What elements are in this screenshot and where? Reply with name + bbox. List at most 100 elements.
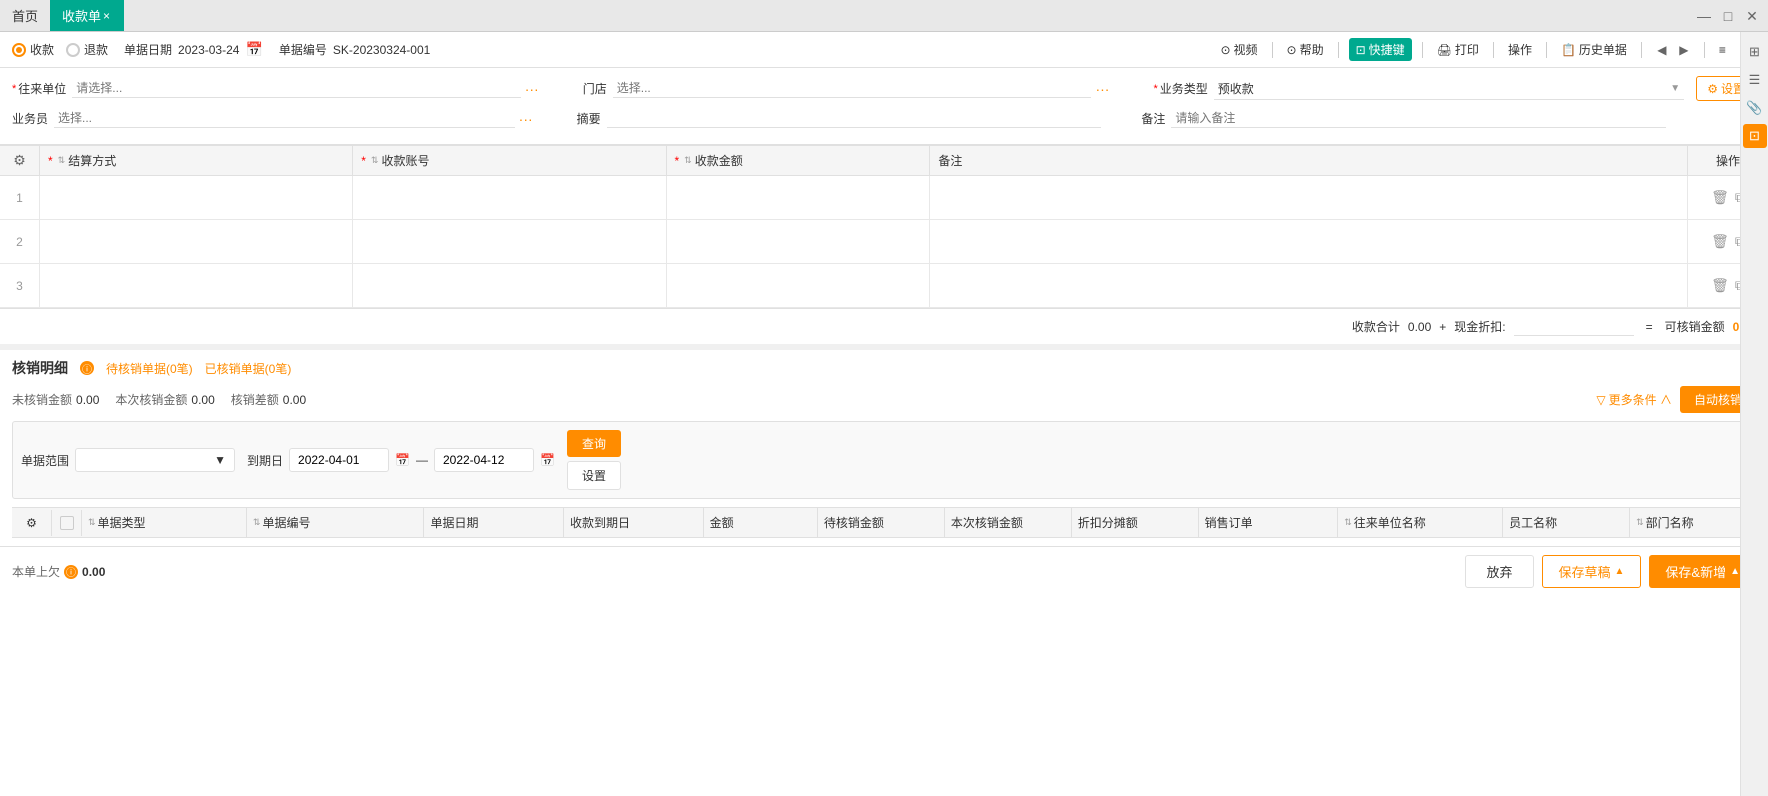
date-range-filter: 到期日 📅 — 📅 — [247, 448, 555, 472]
table-section: ⚙ ⇅ 结算方式 ⇅ 收款账号 ⇅ 收款金额 备注 操作 1 — [0, 145, 1768, 308]
sidebar-expand-icon[interactable]: ⊡ — [1743, 124, 1767, 148]
bottom-info-icon[interactable]: ⓘ — [64, 565, 78, 579]
header-checkbox[interactable] — [60, 516, 74, 530]
table-row: 2 🗑 ⧉ — [0, 220, 1768, 264]
writeoff-title: 核销明细 — [12, 358, 68, 378]
print-btn[interactable]: 🖨 打印 — [1433, 39, 1483, 60]
td-account-1[interactable] — [353, 176, 666, 219]
calendar-from-icon[interactable]: 📅 — [395, 453, 410, 467]
bottom-table-header: ⚙ ⇅ 单据类型 ⇅ 单据编号 单据日期 收款到期日 金额 — [12, 507, 1756, 538]
store-label: 门店 — [583, 80, 607, 97]
date-to-input[interactable] — [434, 448, 534, 472]
writeoff-stats: 未核销金额 0.00 本次核销金额 0.00 核销差额 0.00 ▽ 更多条件 … — [12, 386, 1756, 413]
delete-icon-2[interactable]: 🗑 — [1711, 233, 1729, 250]
store-more-btn[interactable]: ··· — [1091, 81, 1113, 97]
bth-unit-label: 往来单位名称 — [1354, 514, 1426, 531]
tab-home[interactable]: 首页 — [0, 0, 50, 31]
business-type-select[interactable]: 预收款 ▼ — [1214, 78, 1684, 100]
tab-receipt[interactable]: 收款单 × — [50, 0, 124, 31]
th-account: ⇅ 收款账号 — [353, 146, 666, 175]
total-value: 0.00 — [1408, 320, 1431, 334]
abandon-btn[interactable]: 放弃 — [1465, 555, 1533, 588]
minimize-button[interactable]: — — [1696, 8, 1712, 24]
pending-tab-link[interactable]: 待核销单据(0笔) — [106, 360, 193, 377]
table-row: 3 🗑 ⧉ — [0, 264, 1768, 308]
list-view-btn[interactable]: ≡ — [1715, 41, 1730, 59]
bth-settings[interactable]: ⚙ — [12, 510, 52, 536]
store-input[interactable] — [613, 79, 1092, 98]
bth-current: 本次核销金额 — [945, 508, 1072, 537]
diff-label: 核销差额 — [231, 391, 279, 408]
th-account-label: 收款账号 — [381, 152, 429, 169]
equal-sign: = — [1642, 320, 1657, 334]
range-select[interactable]: ▼ — [75, 448, 235, 472]
save-draft-btn[interactable]: 保存草稿 ▲ — [1542, 555, 1642, 588]
tab-close-button[interactable]: × — [101, 9, 112, 23]
nav-right-btn[interactable]: ▶ — [1674, 40, 1694, 60]
td-remark-1[interactable] — [930, 176, 1688, 219]
td-remark-2[interactable] — [930, 220, 1688, 263]
date-from-input[interactable] — [289, 448, 389, 472]
delete-icon-1[interactable]: 🗑 — [1711, 189, 1729, 206]
operation-btn[interactable]: 操作 — [1504, 39, 1536, 60]
draft-chevron-icon: ▲ — [1615, 566, 1625, 577]
radio-refund-label: 退款 — [84, 41, 108, 58]
form-section: * 往来单位 ··· 门店 ··· * 业务类型 预收款 ▼ — [0, 68, 1768, 145]
sidebar-attach-icon[interactable]: 📎 — [1743, 96, 1767, 120]
maximize-button[interactable]: □ — [1720, 8, 1736, 24]
th-settings[interactable]: ⚙ — [0, 146, 40, 175]
note-field: 备注 — [1141, 109, 1666, 128]
staff-input[interactable] — [54, 109, 515, 128]
td-account-2[interactable] — [353, 220, 666, 263]
writeoff-info-icon[interactable]: ⓘ — [80, 361, 94, 375]
nav-left-btn[interactable]: ◀ — [1652, 40, 1672, 60]
radio-receipt[interactable]: 收款 — [12, 41, 54, 58]
print-label: 打印 — [1455, 41, 1479, 58]
note-input[interactable] — [1171, 109, 1666, 128]
summary-input[interactable] — [607, 109, 1102, 128]
history-btn[interactable]: 📋 历史单据 — [1557, 39, 1631, 60]
bth-pending: 待核销金额 — [818, 508, 945, 537]
done-tab-link[interactable]: 已核销单据(0笔) — [205, 360, 292, 377]
shortcut-btn[interactable]: ⊡ 快捷键 — [1349, 38, 1412, 61]
td-account-3[interactable] — [353, 264, 666, 307]
staff-more-btn[interactable]: ··· — [515, 111, 537, 127]
td-settlement-2[interactable] — [40, 220, 353, 263]
bth-current-label: 本次核销金额 — [951, 514, 1023, 531]
close-button[interactable]: ✕ — [1744, 8, 1760, 24]
calendar-icon[interactable]: 📅 — [245, 41, 262, 58]
required-star-business: * — [1153, 83, 1157, 95]
td-amount-1[interactable] — [667, 176, 931, 219]
date-separator: — — [416, 453, 428, 467]
counterparty-more-btn[interactable]: ··· — [521, 81, 543, 97]
td-amount-3[interactable] — [667, 264, 931, 307]
delete-icon-3[interactable]: 🗑 — [1711, 277, 1729, 294]
window-controls: — □ ✕ — [1696, 8, 1768, 24]
td-remark-3[interactable] — [930, 264, 1688, 307]
filter-settings-btn[interactable]: 设置 — [567, 461, 621, 490]
td-amount-2[interactable] — [667, 220, 931, 263]
sidebar-table-icon[interactable]: ⊞ — [1743, 40, 1767, 64]
plus-sign: + — [1439, 320, 1446, 334]
video-btn[interactable]: ⊙ 视频 — [1216, 39, 1261, 60]
help-btn[interactable]: ⊙ 帮助 — [1283, 39, 1328, 60]
counterparty-input[interactable] — [72, 79, 520, 98]
discount-input[interactable] — [1514, 317, 1634, 336]
current-stat: 本次核销金额 0.00 — [115, 391, 214, 408]
calendar-to-icon[interactable]: 📅 — [540, 453, 555, 467]
counterparty-field: * 往来单位 ··· — [12, 79, 543, 98]
radio-refund[interactable]: 退款 — [66, 41, 108, 58]
query-btn[interactable]: 查询 — [567, 430, 621, 457]
bth-check[interactable] — [52, 510, 82, 536]
table-settings-icon[interactable]: ⚙ — [13, 152, 26, 169]
history-icon: 📋 — [1561, 43, 1576, 57]
td-settlement-1[interactable] — [40, 176, 353, 219]
range-label: 单据范围 — [21, 452, 69, 469]
operation-label: 操作 — [1508, 41, 1532, 58]
sort-icon-amount: ⇅ — [684, 155, 692, 166]
sort-icon-account: ⇅ — [371, 155, 379, 166]
sidebar-list-icon[interactable]: ☰ — [1743, 68, 1767, 92]
td-settlement-3[interactable] — [40, 264, 353, 307]
date-field: 单据日期 2023-03-24 📅 — [124, 41, 263, 58]
more-conditions-btn[interactable]: ▽ 更多条件 ∧ — [1596, 391, 1672, 408]
